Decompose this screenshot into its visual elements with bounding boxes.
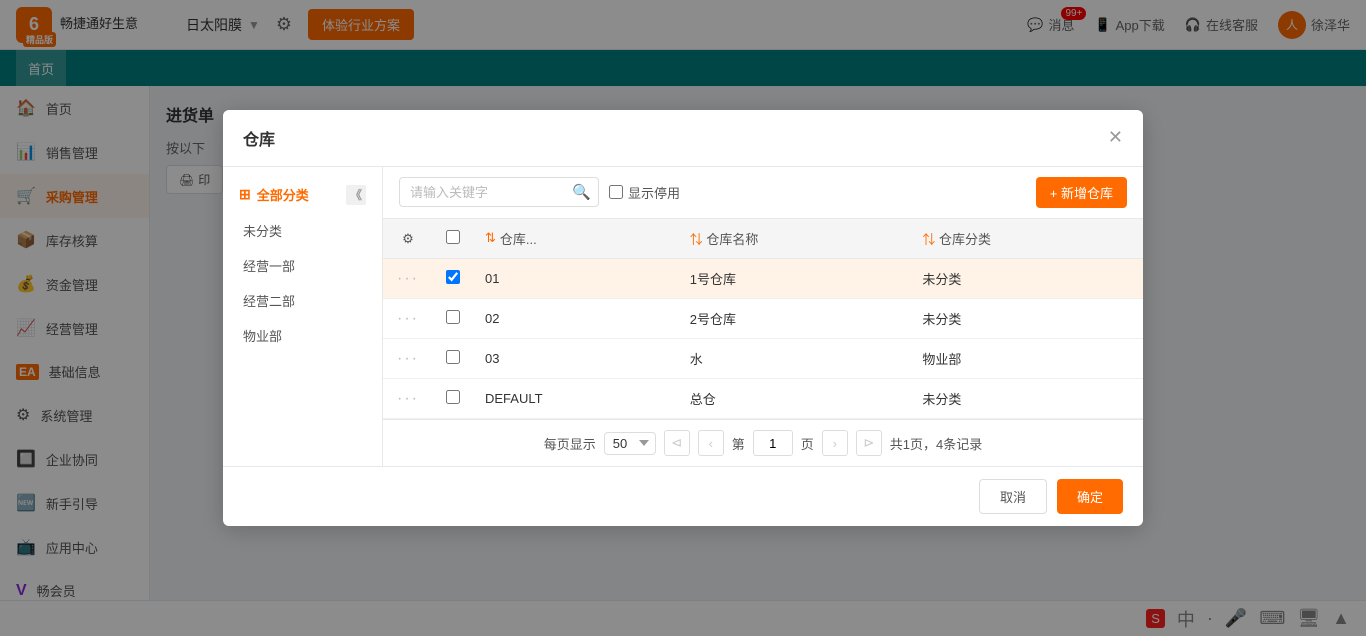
td-category: 未分类	[910, 299, 1143, 339]
modal-footer: 取消 确定	[223, 466, 1143, 526]
th-checkbox	[433, 219, 473, 259]
row-checkbox[interactable]	[446, 310, 460, 324]
th-category-label: 仓库分类	[939, 232, 991, 247]
row-checkbox[interactable]	[446, 390, 460, 404]
table-row[interactable]: ··· 01 1号仓库 未分类	[383, 259, 1143, 299]
td-category: 未分类	[910, 259, 1143, 299]
td-code: 02	[473, 299, 678, 339]
confirm-button[interactable]: 确定	[1057, 479, 1123, 514]
category-dept2[interactable]: 经营二部	[223, 283, 382, 318]
td-code: DEFAULT	[473, 379, 678, 419]
per-page-label: 每页显示	[544, 434, 596, 453]
total-label: 共1页，4条记录	[890, 434, 982, 453]
pagination-bar: 每页显示 50 10 20 100 ⊲ ‹ 第 页 › ⊳ 共1页，4条记录	[383, 419, 1143, 466]
modal-title: 仓库	[243, 126, 275, 150]
sort-name-icon: ⇅	[690, 232, 703, 247]
td-actions: ···	[383, 379, 433, 419]
category-collapse-button[interactable]: 《	[346, 185, 366, 205]
category-panel: ⊞ 全部分类 《 未分类 经营一部 经营二部 物业部	[223, 167, 383, 467]
show-disabled-label: 显示停用	[628, 183, 680, 202]
td-name: 1号仓库	[678, 259, 911, 299]
all-categories-label: 全部分类	[257, 185, 309, 204]
th-code-label: 仓库...	[500, 229, 537, 248]
action-dots[interactable]: ···	[397, 270, 419, 287]
page-last-button[interactable]: ⊳	[856, 430, 882, 456]
table-body: ··· 01 1号仓库 未分类 ··· 02 2号仓库 未分类 ··· 03 水…	[383, 259, 1143, 419]
select-all-checkbox[interactable]	[446, 230, 460, 244]
category-property[interactable]: 物业部	[223, 318, 382, 353]
page-input[interactable]	[753, 430, 793, 456]
data-table: ⚙ ⇅ 仓库... ⇅ 仓库名称	[383, 219, 1143, 420]
collapse-icon: 《	[350, 186, 362, 203]
page-prev-button[interactable]: ‹	[698, 430, 724, 456]
page-size-select[interactable]: 50 10 20 100	[604, 432, 656, 455]
td-actions: ···	[383, 299, 433, 339]
page-unit: 页	[801, 434, 814, 453]
modal-header: 仓库 ✕	[223, 110, 1143, 167]
td-name: 2号仓库	[678, 299, 911, 339]
td-checkbox	[433, 259, 473, 299]
table-header-row: ⚙ ⇅ 仓库... ⇅ 仓库名称	[383, 219, 1143, 259]
add-warehouse-button[interactable]: + 新增仓库	[1036, 177, 1127, 208]
th-category: ⇅ 仓库分类	[910, 219, 1143, 259]
category-dept1[interactable]: 经营一部	[223, 248, 382, 283]
td-category: 物业部	[910, 339, 1143, 379]
category-header[interactable]: ⊞ 全部分类 《	[223, 177, 382, 213]
search-wrap: 🔍	[399, 177, 599, 207]
th-name: ⇅ 仓库名称	[678, 219, 911, 259]
search-input[interactable]	[399, 177, 599, 207]
td-checkbox	[433, 299, 473, 339]
th-name-label: 仓库名称	[706, 232, 758, 247]
warehouse-table: ⚙ ⇅ 仓库... ⇅ 仓库名称	[383, 219, 1143, 420]
td-name: 水	[678, 339, 911, 379]
action-dots[interactable]: ···	[397, 390, 419, 407]
table-row[interactable]: ··· 03 水 物业部	[383, 339, 1143, 379]
action-dots[interactable]: ···	[397, 350, 419, 367]
table-toolbar: 🔍 显示停用 + 新增仓库	[383, 167, 1143, 219]
action-dots[interactable]: ···	[397, 310, 419, 327]
page-label: 第	[732, 434, 745, 453]
td-code: 01	[473, 259, 678, 299]
table-panel: 🔍 显示停用 + 新增仓库 ⚙	[383, 167, 1143, 467]
th-code: ⇅ 仓库...	[473, 219, 678, 259]
th-settings: ⚙	[383, 219, 433, 259]
cancel-button[interactable]: 取消	[979, 479, 1047, 514]
add-warehouse-label: + 新增仓库	[1050, 183, 1113, 202]
warehouse-modal: 仓库 ✕ ⊞ 全部分类 《 未分类 经营一部 经营二部 物业部	[223, 110, 1143, 527]
page-first-button[interactable]: ⊲	[664, 430, 690, 456]
grid-icon: ⊞	[239, 186, 251, 203]
row-checkbox[interactable]	[446, 270, 460, 284]
table-row[interactable]: ··· 02 2号仓库 未分类	[383, 299, 1143, 339]
modal-body: ⊞ 全部分类 《 未分类 经营一部 经营二部 物业部 🔍	[223, 167, 1143, 467]
td-actions: ···	[383, 339, 433, 379]
td-actions: ···	[383, 259, 433, 299]
td-category: 未分类	[910, 379, 1143, 419]
sort-cat-icon: ⇅	[922, 232, 935, 247]
modal-close-button[interactable]: ✕	[1108, 127, 1123, 148]
show-disabled-wrap: 显示停用	[609, 183, 680, 202]
td-code: 03	[473, 339, 678, 379]
td-checkbox	[433, 379, 473, 419]
category-unclassified[interactable]: 未分类	[223, 213, 382, 248]
page-next-button[interactable]: ›	[822, 430, 848, 456]
show-disabled-checkbox[interactable]	[609, 185, 623, 199]
sort-icon: ⇅	[485, 230, 496, 246]
modal-overlay: 仓库 ✕ ⊞ 全部分类 《 未分类 经营一部 经营二部 物业部	[0, 0, 1366, 636]
row-checkbox[interactable]	[446, 350, 460, 364]
search-icon[interactable]: 🔍	[572, 183, 591, 201]
td-name: 总仓	[678, 379, 911, 419]
td-checkbox	[433, 339, 473, 379]
table-row[interactable]: ··· DEFAULT 总仓 未分类	[383, 379, 1143, 419]
